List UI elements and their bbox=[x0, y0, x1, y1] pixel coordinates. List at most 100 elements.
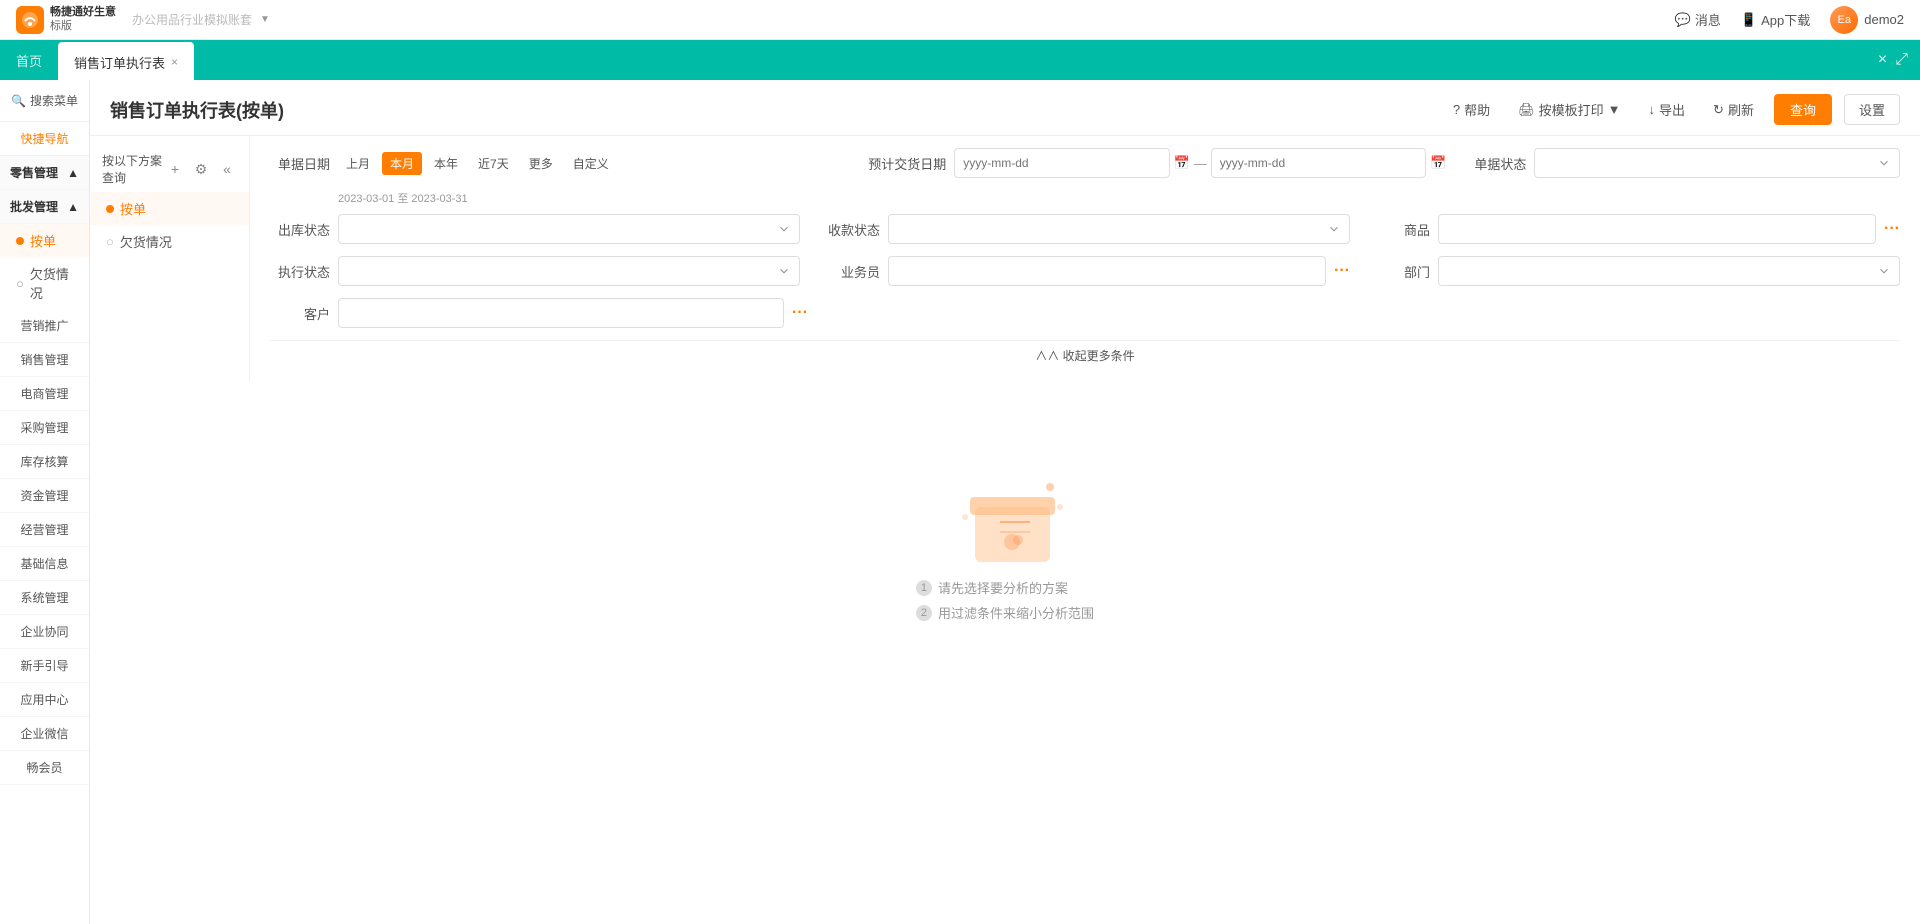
sidebar-item-wholesale[interactable]: 批发管理 ▲ bbox=[0, 190, 89, 224]
industry-dropdown-arrow[interactable]: ▼ bbox=[260, 14, 270, 25]
add-scheme-button[interactable]: + bbox=[165, 159, 185, 179]
department-select[interactable] bbox=[1438, 256, 1900, 286]
refresh-label: 刷新 bbox=[1728, 100, 1754, 119]
sidebar-item-ecommerce[interactable]: 电商管理 bbox=[0, 377, 89, 411]
tab-close-button[interactable]: × bbox=[171, 55, 178, 69]
sidebar-item-purchase[interactable]: 采购管理 bbox=[0, 411, 89, 445]
empty-num-2: 2 bbox=[916, 605, 932, 621]
delivery-status-select[interactable] bbox=[338, 214, 800, 244]
filter-field-exec-status: 执行状态 bbox=[270, 256, 800, 286]
payment-status-select[interactable] bbox=[888, 214, 1350, 244]
collapse-filter-icon: ∧∧ bbox=[1035, 349, 1059, 363]
print-icon: 🖨 bbox=[1518, 102, 1535, 118]
sidebar-item-inventory[interactable]: 库存核算 bbox=[0, 445, 89, 479]
refresh-icon: ↻ bbox=[1713, 102, 1724, 118]
order-status-select[interactable] bbox=[1534, 148, 1900, 178]
date-field-label: 单据日期 bbox=[270, 154, 330, 173]
sidebar-item-sales-mgmt[interactable]: 销售管理 bbox=[0, 343, 89, 377]
scheme-item-debt[interactable]: ○ 欠货情况 bbox=[90, 225, 249, 258]
header-left: 畅捷通好生意 标版 办公用品行业模拟账套 ▼ bbox=[16, 6, 270, 34]
salesperson-input[interactable] bbox=[888, 256, 1326, 286]
customer-more-button[interactable]: ··· bbox=[792, 304, 808, 322]
filter-field-expected-date: 预计交货日期 📅 — 📅 bbox=[868, 148, 1446, 178]
customer-input[interactable] bbox=[338, 298, 784, 328]
date-tab-more[interactable]: 更多 bbox=[521, 152, 561, 175]
refresh-button[interactable]: ↻ 刷新 bbox=[1705, 96, 1762, 123]
message-action[interactable]: 💬 消息 bbox=[1675, 10, 1721, 29]
edit-scheme-button[interactable]: ⚙ bbox=[191, 159, 211, 179]
tab-home[interactable]: 首页 bbox=[0, 40, 58, 80]
empty-illustration bbox=[955, 462, 1055, 562]
sales-order-tab-label: 销售订单执行表 bbox=[74, 53, 165, 72]
sidebar-item-apps[interactable]: 应用中心 bbox=[0, 683, 89, 717]
industry-selector[interactable]: 办公用品行业模拟账套 bbox=[132, 11, 252, 28]
app-download-label: App下载 bbox=[1761, 10, 1810, 29]
sidebar-item-system[interactable]: 系统管理 bbox=[0, 581, 89, 615]
sidebar-item-finance[interactable]: 资金管理 bbox=[0, 479, 89, 513]
user-avatar: Ea bbox=[1830, 6, 1858, 34]
goods-label: 商品 bbox=[1370, 220, 1430, 239]
scheme-item-order[interactable]: 按单 bbox=[90, 192, 249, 225]
search-menu-button[interactable]: 🔍 搜索菜单 bbox=[6, 88, 83, 113]
sidebar-item-retail[interactable]: 零售管理 ▲ bbox=[0, 156, 89, 190]
exec-status-select[interactable] bbox=[338, 256, 800, 286]
top-header: 畅捷通好生意 标版 办公用品行业模拟账套 ▼ 💬 消息 📱 App下载 Ea d… bbox=[0, 0, 1920, 40]
empty-text: 1 请先选择要分析的方案 2 用过滤条件来缩小分析范围 bbox=[916, 578, 1094, 622]
sidebar-item-wechat[interactable]: 企业微信 bbox=[0, 717, 89, 751]
filter-scheme-label: 按以下方案查询 bbox=[102, 152, 165, 186]
query-button[interactable]: 查询 bbox=[1774, 94, 1832, 125]
search-icon: 🔍 bbox=[11, 94, 26, 108]
export-icon: ↓ bbox=[1649, 102, 1656, 117]
sidebar: 🔍 搜索菜单 快捷导航 零售管理 ▲ 批发管理 ▲ 按单 ○ 欠货情况 营销推广… bbox=[0, 80, 90, 924]
close-window-icon[interactable]: × bbox=[1878, 51, 1887, 69]
main-layout: 🔍 搜索菜单 快捷导航 零售管理 ▲ 批发管理 ▲ 按单 ○ 欠货情况 营销推广… bbox=[0, 80, 1920, 924]
export-button[interactable]: ↓ 导出 bbox=[1641, 96, 1694, 123]
date-tab-this-year[interactable]: 本年 bbox=[426, 152, 466, 175]
empty-state: 1 请先选择要分析的方案 2 用过滤条件来缩小分析范围 bbox=[90, 382, 1920, 702]
collapse-filter-button[interactable]: ∧∧ 收起更多条件 bbox=[270, 340, 1900, 370]
help-button[interactable]: ? 帮助 bbox=[1445, 96, 1498, 123]
expected-date-end-input[interactable] bbox=[1211, 148, 1426, 178]
empty-hint-1: 请先选择要分析的方案 bbox=[938, 578, 1068, 597]
date-tab-this-month[interactable]: 本月 bbox=[382, 152, 422, 175]
main-content: 销售订单执行表(按单) ? 帮助 🖨 按模板打印 ▼ ↓ 导出 bbox=[90, 80, 1920, 924]
sidebar-item-operation[interactable]: 经营管理 bbox=[0, 513, 89, 547]
sidebar-item-enterprise[interactable]: 企业协同 bbox=[0, 615, 89, 649]
sidebar-item-member[interactable]: 畅会员 bbox=[0, 751, 89, 785]
collapse-scheme-button[interactable]: « bbox=[217, 159, 237, 179]
header-right: 💬 消息 📱 App下载 Ea demo2 bbox=[1675, 6, 1904, 34]
empty-num-1: 1 bbox=[916, 580, 932, 596]
app-download-action[interactable]: 📱 App下载 bbox=[1741, 10, 1810, 29]
sidebar-item-quick-nav[interactable]: 快捷导航 bbox=[0, 122, 89, 156]
expected-date-start-input[interactable] bbox=[954, 148, 1169, 178]
goods-more-button[interactable]: ··· bbox=[1884, 220, 1900, 238]
sidebar-item-marketing[interactable]: 营销推广 bbox=[0, 309, 89, 343]
filter-row-1: 单据日期 上月 本月 本年 近7天 更多 自定义 预计交货日期 bbox=[270, 148, 1900, 178]
tab-sales-order[interactable]: 销售订单执行表 × bbox=[58, 42, 194, 82]
empty-hint-2: 用过滤条件来缩小分析范围 bbox=[938, 603, 1094, 622]
expand-window-icon[interactable]: ⤢ bbox=[1895, 51, 1908, 69]
print-button[interactable]: 🖨 按模板打印 ▼ bbox=[1510, 96, 1628, 123]
settings-button[interactable]: 设置 bbox=[1844, 94, 1900, 125]
search-menu-label: 搜索菜单 bbox=[30, 92, 78, 109]
user-area[interactable]: Ea demo2 bbox=[1830, 6, 1904, 34]
date-tab-last-month[interactable]: 上月 bbox=[338, 152, 378, 175]
sidebar-item-newbie[interactable]: 新手引导 bbox=[0, 649, 89, 683]
calendar-start-icon[interactable]: 📅 bbox=[1174, 155, 1190, 171]
sidebar-item-debt[interactable]: ○ 欠货情况 bbox=[0, 257, 89, 309]
calendar-end-icon[interactable]: 📅 bbox=[1430, 155, 1446, 171]
logo-icon bbox=[16, 6, 44, 34]
sidebar-item-order[interactable]: 按单 bbox=[0, 224, 89, 257]
page-actions: ? 帮助 🖨 按模板打印 ▼ ↓ 导出 ↻ 刷新 bbox=[1445, 94, 1900, 125]
date-tab-last-7[interactable]: 近7天 bbox=[470, 152, 517, 175]
date-range-expected: 📅 — 📅 bbox=[954, 148, 1446, 178]
page-container: 销售订单执行表(按单) ? 帮助 🖨 按模板打印 ▼ ↓ 导出 bbox=[90, 80, 1920, 924]
goods-input[interactable] bbox=[1438, 214, 1876, 244]
filter-field-salesperson: 业务员 ··· bbox=[820, 256, 1350, 286]
sidebar-item-basic[interactable]: 基础信息 bbox=[0, 547, 89, 581]
collapse-filter-label: 收起更多条件 bbox=[1063, 349, 1135, 363]
salesperson-more-button[interactable]: ··· bbox=[1334, 262, 1350, 280]
date-tab-custom[interactable]: 自定义 bbox=[565, 152, 617, 175]
filter-row-4: 客户 ··· bbox=[270, 298, 1900, 328]
print-label: 按模板打印 bbox=[1539, 100, 1604, 119]
